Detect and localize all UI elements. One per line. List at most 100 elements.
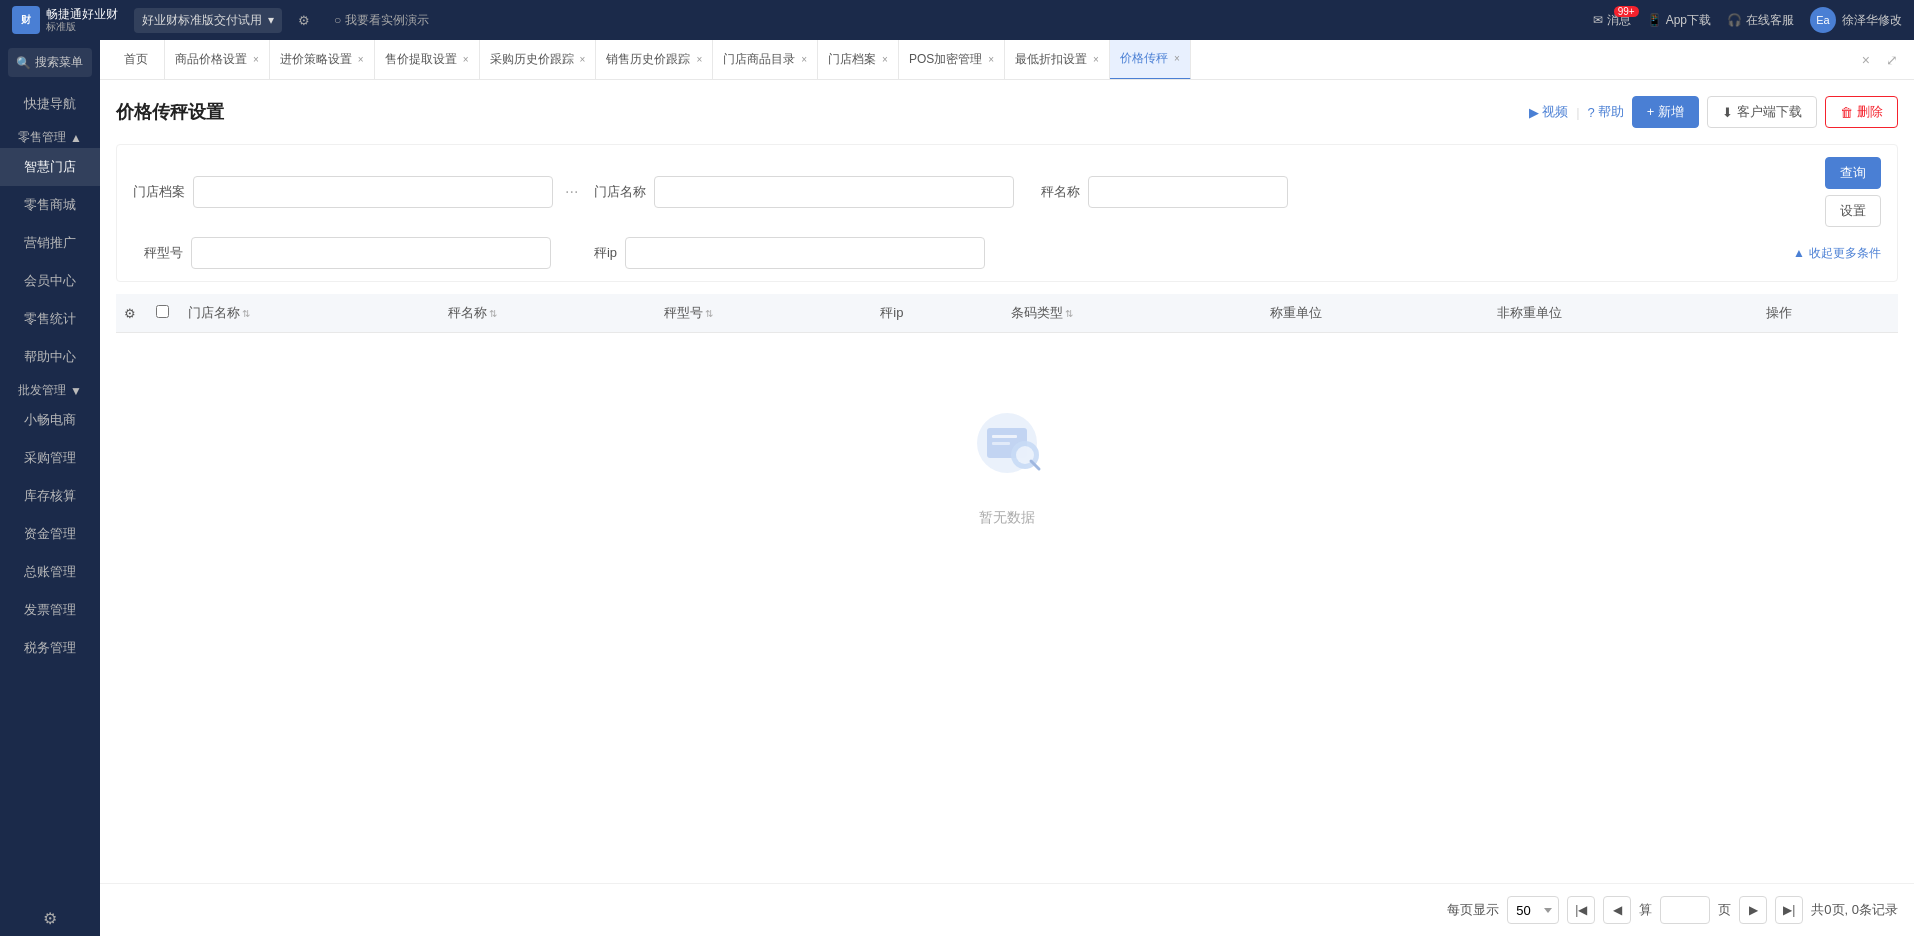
video-link[interactable]: ▶ 视频 [1529,103,1568,121]
tab-label: 最低折扣设置 [1015,51,1087,68]
app-download-label: App下载 [1666,12,1711,29]
first-page-button[interactable]: |◀ [1567,896,1595,924]
sidebar-item-label: 营销推广 [24,234,76,252]
demo-link[interactable]: ○ 我要看实例演示 [334,12,429,29]
sidebar-retail-mgmt[interactable]: 零售管理 ▲ [0,123,100,148]
table-col-non-weight-unit: 非称重单位 [1489,294,1759,333]
tab-close-icon[interactable]: × [358,54,364,65]
sidebar-item-marketing[interactable]: 营销推广 [0,224,100,262]
tab-label: 商品价格设置 [175,51,247,68]
prev-page-button[interactable]: ◀ [1603,896,1631,924]
sidebar-settings-icon[interactable]: ⚙ [43,910,57,927]
query-button[interactable]: 查询 [1825,157,1881,189]
tab-pos-management[interactable]: POS加密管理 × [899,40,1005,80]
sidebar-item-mini-ecom[interactable]: 小畅电商 [0,401,100,439]
table-col-scale-name[interactable]: 秤名称 [440,294,656,333]
tab-close-icon[interactable]: × [1093,54,1099,65]
close-tab-button[interactable]: × [1854,40,1878,80]
search-menu-button[interactable]: 🔍 搜索菜单 [8,48,92,77]
maximize-tab-button[interactable]: ⤢ [1878,40,1906,80]
tab-close-icon[interactable]: × [801,54,807,65]
help-icon: ? [1588,105,1595,120]
tab-close-icon[interactable]: × [696,54,702,65]
app-logo-line1: 畅捷通好业财 [46,7,118,21]
scale-ip-input[interactable] [625,237,985,269]
user-name: 徐泽华修改 [1842,12,1902,29]
tab-label: 门店商品目录 [723,51,795,68]
scale-name-input[interactable] [1088,176,1288,208]
top-settings-button[interactable]: ⚙ [290,6,318,34]
sidebar-item-finance[interactable]: 资金管理 [0,515,100,553]
version-select-text: 好业财标准版交付试用 [142,12,262,29]
sidebar-item-quick-nav[interactable]: 快捷导航 [0,85,100,123]
sidebar-item-tax-mgmt[interactable]: 税务管理 [0,629,100,667]
table-col-checkbox[interactable] [148,294,180,333]
table-col-actions: 操作 [1758,294,1898,333]
sidebar-item-general-ledger[interactable]: 总账管理 [0,553,100,591]
last-page-button[interactable]: ▶| [1775,896,1803,924]
collapse-label: 收起更多条件 [1809,245,1881,262]
scale-ip-label: 秤ip [567,244,617,262]
sort-barcode-type[interactable]: 条码类型 [1011,304,1073,322]
sidebar-item-retail-mall[interactable]: 零售商城 [0,186,100,224]
sidebar-item-help-center[interactable]: 帮助中心 [0,338,100,376]
store-file-input[interactable] [193,176,553,208]
tab-price-transfer[interactable]: 价格传秤 × [1110,40,1191,80]
tab-close-icon[interactable]: × [1174,53,1180,64]
svg-rect-6 [992,442,1010,445]
tab-sale-history[interactable]: 销售历史价跟踪 × [596,40,713,80]
tab-min-discount[interactable]: 最低折扣设置 × [1005,40,1110,80]
tab-home[interactable]: 首页 [108,40,165,80]
tab-close-icon[interactable]: × [463,54,469,65]
sidebar-item-invoice-mgmt[interactable]: 发票管理 [0,591,100,629]
user-menu[interactable]: Ea 徐泽华修改 [1810,7,1902,33]
message-button[interactable]: ✉ 消息 99+ [1593,12,1631,29]
next-page-button[interactable]: ▶ [1739,896,1767,924]
tab-close-icon[interactable]: × [988,54,994,65]
main-content: 价格传秤设置 ▶ 视频 | ? 帮助 + 新增 [100,80,1914,883]
store-file-field: 门店档案 ··· [133,176,578,208]
tab-sale-extraction[interactable]: 售价提取设置 × [375,40,480,80]
table-col-settings[interactable]: ⚙ [116,294,148,333]
sort-scale-name[interactable]: 秤名称 [448,304,497,322]
set-button[interactable]: 设置 [1825,195,1881,227]
tab-close-icon[interactable]: × [882,54,888,65]
sidebar-item-retail-stats[interactable]: 零售统计 [0,300,100,338]
page-number-input[interactable]: 1 [1660,896,1710,924]
online-service-button[interactable]: 🎧 在线客服 [1727,12,1794,29]
sort-store-name[interactable]: 门店名称 [188,304,250,322]
table-col-store-name[interactable]: 门店名称 [180,294,440,333]
tab-store-file[interactable]: 门店档案 × [818,40,899,80]
page-size-select[interactable]: 102050100 [1507,896,1559,924]
search-form: 门店档案 ··· 门店名称 秤名称 [116,144,1898,282]
store-file-label: 门店档案 [133,183,185,201]
tab-close-icon[interactable]: × [253,54,259,65]
tab-purchase-strategy[interactable]: 进价策略设置 × [270,40,375,80]
table-col-scale-model[interactable]: 秤型号 [656,294,872,333]
more-options-icon[interactable]: ··· [565,183,578,201]
sidebar-item-inventory[interactable]: 库存核算 [0,477,100,515]
app-download-button[interactable]: 📱 App下载 [1647,12,1711,29]
tab-product-price[interactable]: 商品价格设置 × [165,40,270,80]
sort-scale-model[interactable]: 秤型号 [664,304,713,322]
sidebar-wholesale-mgmt[interactable]: 批发管理 ▼ [0,376,100,401]
collapse-button[interactable]: ▲ 收起更多条件 [1793,245,1881,262]
delete-button[interactable]: 🗑 删除 [1825,96,1898,128]
select-all-checkbox[interactable] [156,305,169,318]
version-select[interactable]: 好业财标准版交付试用 ▾ [134,8,282,33]
tab-store-catalog[interactable]: 门店商品目录 × [713,40,818,80]
table-col-barcode-type[interactable]: 条码类型 [1003,294,1263,333]
tab-purchase-history[interactable]: 采购历史价跟踪 × [480,40,597,80]
sidebar-item-label: 资金管理 [24,525,76,543]
sidebar-item-member[interactable]: 会员中心 [0,262,100,300]
sidebar-bottom: ⚙ [0,901,100,936]
download-button[interactable]: ⬇ 客户端下载 [1707,96,1817,128]
sidebar-item-smart-store[interactable]: 智慧门店 [0,148,100,186]
tab-close-icon[interactable]: × [580,54,586,65]
add-button[interactable]: + 新增 [1632,96,1699,128]
sidebar-item-purchase-mgmt[interactable]: 采购管理 [0,439,100,477]
scale-model-input[interactable] [191,237,551,269]
app-logo: 财 畅捷通好业财 标准版 [12,6,118,34]
help-link[interactable]: ? 帮助 [1588,103,1624,121]
store-name-input[interactable] [654,176,1014,208]
